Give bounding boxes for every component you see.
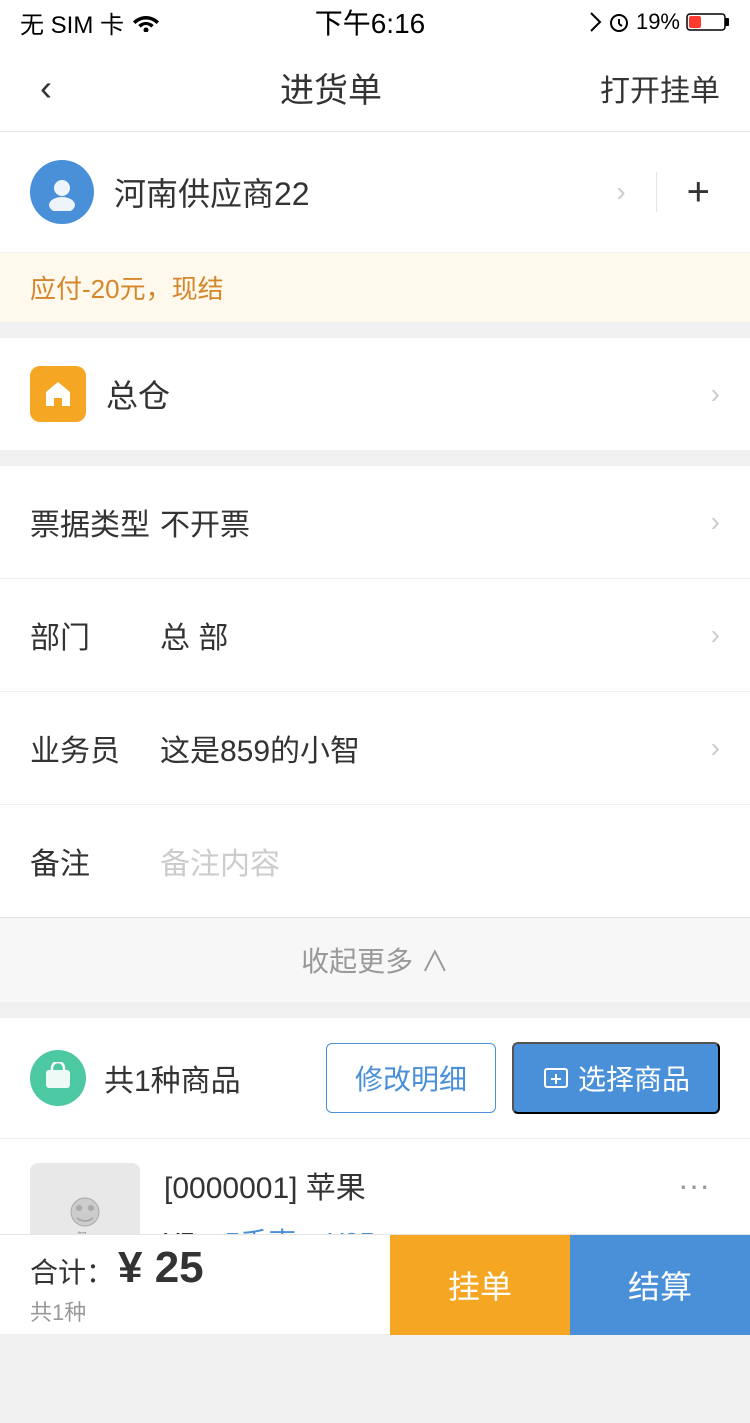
invoice-arrow-icon: › [711, 506, 720, 538]
salesperson-arrow-icon: › [711, 732, 720, 764]
select-product-label: 选择商品 [578, 1058, 690, 1098]
product-count: 共1种商品 [104, 1056, 326, 1100]
department-label: 部门 [30, 613, 160, 657]
collapse-text: 收起更多 ∧ [301, 946, 449, 977]
modify-detail-button[interactable]: 修改明细 [326, 1043, 496, 1113]
product-name: [0000001] 苹果 [164, 1163, 668, 1207]
location-icon [580, 11, 602, 33]
form-section: 票据类型 不开票 › 部门 总 部 › 业务员 这是859的小智 › 备注 备注… [0, 466, 750, 917]
notice-bar: 应付-20元，现结 [0, 253, 750, 322]
status-bar: 无 SIM 卡 下午6:16 19% [0, 0, 750, 44]
nav-bar: ‹ 进货单 打开挂单 [0, 44, 750, 132]
salesperson-label: 业务员 [30, 726, 160, 770]
total-amount: ¥ 25 [118, 1243, 204, 1293]
warehouse-row[interactable]: 总仓 › [0, 338, 750, 450]
supplier-arrow-icon: › [616, 176, 625, 208]
select-product-button[interactable]: 选择商品 [512, 1042, 720, 1114]
signal-text: 无 SIM 卡 [20, 5, 124, 40]
remark-input[interactable]: 备注内容 [160, 839, 720, 883]
warehouse-icon [30, 366, 86, 422]
total-label: 合计： [30, 1251, 114, 1291]
collapse-bar[interactable]: 收起更多 ∧ [0, 917, 750, 1002]
salesperson-row[interactable]: 业务员 这是859的小智 › [0, 692, 750, 805]
supplier-divider [656, 172, 657, 212]
checkout-label: 结算 [628, 1262, 692, 1308]
battery-percent: 19% [636, 9, 680, 35]
hang-label: 挂单 [448, 1262, 512, 1308]
select-icon [542, 1064, 570, 1092]
department-row[interactable]: 部门 总 部 › [0, 579, 750, 692]
warehouse-section: 总仓 › [0, 338, 750, 450]
back-button[interactable]: ‹ [30, 57, 62, 119]
salesperson-value: 这是859的小智 [160, 726, 711, 770]
total-section: 合计： ¥ 25 共1种 [0, 1243, 390, 1327]
bottom-bar: 合计： ¥ 25 共1种 挂单 结算 [0, 1234, 750, 1334]
hang-button[interactable]: 挂单 [390, 1235, 570, 1335]
department-value: 总 部 [160, 613, 711, 657]
invoice-row[interactable]: 票据类型 不开票 › [0, 466, 750, 579]
product-icon [30, 1050, 86, 1106]
add-supplier-button[interactable]: + [677, 170, 720, 215]
page-title: 进货单 [280, 63, 382, 112]
invoice-label: 票据类型 [30, 500, 160, 544]
supplier-avatar [30, 160, 94, 224]
notice-text: 应付-20元，现结 [30, 274, 224, 304]
cart-icon [42, 1062, 74, 1094]
warehouse-name: 总仓 [106, 371, 711, 417]
checkout-button[interactable]: 结算 [570, 1235, 750, 1335]
supplier-row[interactable]: 河南供应商22 › + [0, 132, 750, 253]
remark-label: 备注 [30, 839, 160, 883]
status-left: 无 SIM 卡 [20, 5, 160, 40]
warehouse-arrow-icon: › [711, 378, 720, 410]
alarm-icon [608, 11, 630, 33]
invoice-value: 不开票 [160, 500, 711, 544]
product-more-button[interactable]: ··· [668, 1163, 720, 1208]
home-icon [42, 378, 74, 410]
total-count: 共1种 [30, 1295, 360, 1327]
open-hang-button[interactable]: 打开挂单 [600, 66, 720, 110]
status-right: 19% [580, 9, 730, 35]
battery-icon [686, 11, 730, 33]
department-arrow-icon: › [711, 619, 720, 651]
remark-row[interactable]: 备注 备注内容 [0, 805, 750, 917]
status-time: 下午6:16 [315, 2, 426, 42]
product-header: 共1种商品 修改明细 选择商品 [0, 1018, 750, 1139]
avatar-icon [43, 173, 81, 211]
supplier-name: 河南供应商22 [114, 169, 616, 215]
wifi-icon [132, 12, 160, 32]
supplier-section: 河南供应商22 › + 应付-20元，现结 [0, 132, 750, 322]
